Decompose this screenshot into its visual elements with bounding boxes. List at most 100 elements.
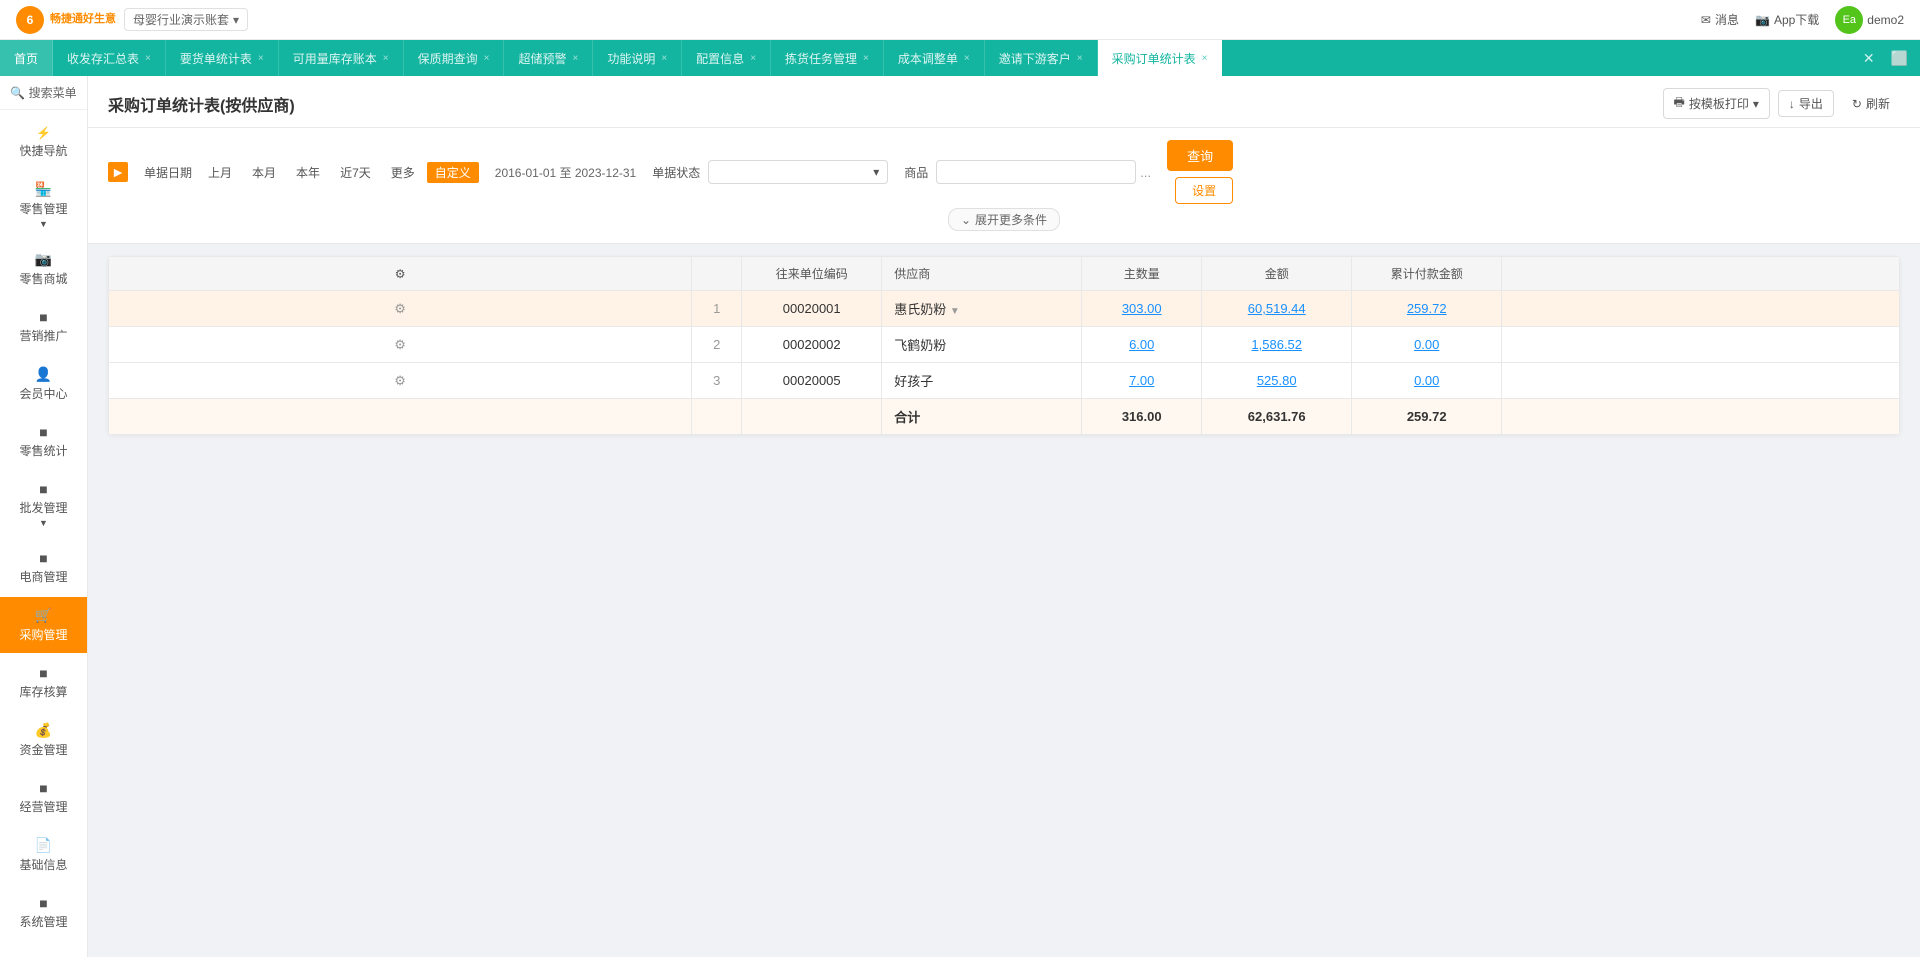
sidebar-item-finance-management[interactable]: 💰 资金管理 xyxy=(4,712,83,768)
sidebar-item-enterprise-collab[interactable]: ■企业协同 xyxy=(4,942,83,957)
query-settings-col: 查询 设置 xyxy=(1167,140,1233,204)
sidebar-item-inventory-check[interactable]: ■库存核算 xyxy=(4,655,83,710)
message-icon: ✉ xyxy=(1701,13,1711,27)
nav-tab-close-function-desc[interactable]: × xyxy=(661,53,667,64)
amount-link-1[interactable]: 1,586.52 xyxy=(1251,337,1302,352)
nav-tab-pick-task[interactable]: 拣货任务管理× xyxy=(771,40,884,76)
nav-maximize-icon[interactable]: ⬜ xyxy=(1887,48,1912,69)
sidebar-item-label-retail-stats: 零售统计 xyxy=(19,442,67,459)
sidebar-item-member-center[interactable]: 👤会员中心 xyxy=(4,356,83,412)
refresh-button[interactable]: ↻ 刷新 xyxy=(1842,91,1900,116)
nav-tab-close-config-info[interactable]: × xyxy=(750,53,756,64)
template-print-label: 按模板打印 xyxy=(1689,95,1749,112)
row-supplier-2: 好孩子 xyxy=(882,363,1082,399)
nav-tab-close-overstock-alert[interactable]: × xyxy=(572,53,578,64)
sidebar-item-label-purchase-management: 采购管理 xyxy=(19,626,67,643)
settings-button[interactable]: 设置 xyxy=(1175,177,1233,204)
sidebar-item-retail-mall[interactable]: 📷零售商城 xyxy=(4,241,83,297)
sidebar-item-operations-management[interactable]: ■经营管理 xyxy=(4,770,83,825)
qty-link-0[interactable]: 303.00 xyxy=(1122,301,1162,316)
row-settings-2[interactable]: ⚙ xyxy=(109,363,692,399)
user-avatar: Ea xyxy=(1835,6,1863,34)
template-print-button[interactable]: 🖶 按模板打印 ▾ xyxy=(1663,88,1770,119)
nav-tab-home[interactable]: 首页 xyxy=(0,40,53,76)
amount-link-0[interactable]: 60,519.44 xyxy=(1248,301,1306,316)
sidebar-item-icon-retail-mall: 📷 xyxy=(35,251,52,268)
row-supplier-0: 惠氏奶粉 ▼ xyxy=(882,291,1082,327)
last-month-shortcut[interactable]: 上月 xyxy=(200,162,240,183)
nav-tab-close-invite-downstream[interactable]: × xyxy=(1077,53,1083,64)
export-button[interactable]: ↓ 导出 xyxy=(1778,90,1834,117)
sidebar: 🔍 搜索菜单 ⚡快捷导航🏪零售管理▼📷零售商城■营销推广👤会员中心 ■ 零售统计 ■ 批… xyxy=(0,76,88,957)
sidebar-search[interactable]: 🔍 搜索菜单 xyxy=(0,76,87,110)
more-shortcut[interactable]: 更多 xyxy=(383,162,423,183)
app-download-action[interactable]: 📷 App下载 xyxy=(1755,11,1819,28)
sidebar-item-label-wholesale-management: 批发管理 xyxy=(19,499,67,516)
last-7-days-shortcut[interactable]: 近7天 xyxy=(332,162,379,183)
user-area[interactable]: Ea demo2 xyxy=(1835,6,1904,34)
nav-tab-available-stock[interactable]: 可用量库存账本× xyxy=(279,40,404,76)
product-input-dots[interactable]: ... xyxy=(1140,165,1151,180)
nav-tab-close-order-summary[interactable]: × xyxy=(258,53,264,64)
query-button[interactable]: 查询 xyxy=(1167,140,1233,171)
qty-link-1[interactable]: 6.00 xyxy=(1129,337,1154,352)
workspace-selector[interactable]: 母婴行业演示账套 ▾ xyxy=(124,8,248,31)
sidebar-item-icon-retail-stats: ■ xyxy=(39,424,47,440)
filter-toggle-button[interactable]: ► xyxy=(108,162,128,182)
product-input[interactable] xyxy=(936,160,1136,184)
this-year-shortcut[interactable]: 本年 xyxy=(288,162,328,183)
row-code-2: 00020005 xyxy=(742,363,882,399)
sidebar-search-label: 搜索菜单 xyxy=(29,86,77,100)
nav-tab-close-receive-summary[interactable]: × xyxy=(145,53,151,64)
sidebar-item-label-finance-management: 资金管理 xyxy=(19,741,67,758)
app-download-label: App下载 xyxy=(1774,11,1819,28)
expand-more-button[interactable]: ⌄ 展开更多条件 xyxy=(948,208,1060,231)
sidebar-item-system-management[interactable]: ■系统管理 xyxy=(4,885,83,940)
custom-date-badge[interactable]: 自定义 xyxy=(427,162,479,183)
table-header-settings[interactable]: ⚙ xyxy=(109,257,692,291)
export-label: 导出 xyxy=(1799,95,1823,112)
status-select[interactable]: ▾ xyxy=(708,160,888,184)
nav-tab-function-desc[interactable]: 功能说明× xyxy=(593,40,682,76)
this-month-shortcut[interactable]: 本月 xyxy=(244,162,284,183)
sidebar-item-purchase-management[interactable]: 🛒采购管理 xyxy=(0,597,87,653)
quick-nav-label: 快捷导航 xyxy=(19,142,67,159)
sidebar-item-wholesale-management[interactable]: ■ 批发管理 ▼ xyxy=(4,471,83,538)
nav-tab-order-summary[interactable]: 要货单统计表× xyxy=(166,40,279,76)
nav-tab-overstock-alert[interactable]: 超储预警× xyxy=(504,40,593,76)
nav-tab-expiry-query[interactable]: 保质期查询× xyxy=(404,40,505,76)
paid-link-0[interactable]: 259.72 xyxy=(1407,301,1447,316)
nav-tab-config-info[interactable]: 配置信息× xyxy=(682,40,771,76)
nav-close-icon[interactable]: ✕ xyxy=(1859,48,1879,69)
sidebar-item-retail-stats[interactable]: ■ 零售统计 xyxy=(4,414,83,469)
nav-tab-invite-downstream[interactable]: 邀请下游客户× xyxy=(985,40,1098,76)
sidebar-item-retail-management[interactable]: 🏪零售管理▼ xyxy=(4,171,83,239)
footer-settings-cell xyxy=(109,399,692,435)
amount-link-2[interactable]: 525.80 xyxy=(1257,373,1297,388)
nav-tab-close-available-stock[interactable]: × xyxy=(383,53,389,64)
nav-tab-receive-summary[interactable]: 收发存汇总表× xyxy=(53,40,166,76)
paid-link-1[interactable]: 0.00 xyxy=(1414,337,1439,352)
sidebar-item-marketing-promo[interactable]: ■营销推广 xyxy=(4,299,83,354)
date-range-text: 2016-01-01 至 2023-12-31 xyxy=(495,164,636,181)
nav-tab-close-pick-task[interactable]: × xyxy=(863,53,869,64)
sidebar-item-ecommerce-management[interactable]: ■电商管理 xyxy=(4,540,83,595)
message-action[interactable]: ✉ 消息 xyxy=(1701,11,1739,28)
sidebar-item-basic-info[interactable]: 📄基础信息 xyxy=(4,827,83,883)
sidebar-item-quick-nav[interactable]: ⚡快捷导航 xyxy=(4,116,83,169)
print-chevron-icon: ▾ xyxy=(1753,97,1759,111)
sidebar-item-arrow-wholesale-management: ▼ xyxy=(39,518,48,528)
expand-more-icon: ⌄ xyxy=(961,213,971,227)
nav-tab-close-expiry-query[interactable]: × xyxy=(484,53,490,64)
nav-tab-close-cost-adjust[interactable]: × xyxy=(964,53,970,64)
row-settings-1[interactable]: ⚙ xyxy=(109,327,692,363)
nav-tab-cost-adjust[interactable]: 成本调整单× xyxy=(884,40,985,76)
qty-link-2[interactable]: 7.00 xyxy=(1129,373,1154,388)
sidebar-item-icon-system-management: ■ xyxy=(39,895,47,911)
sidebar-item-icon-wholesale-management: ■ xyxy=(39,481,47,497)
nav-tab-purchase-order-summary[interactable]: 采购订单统计表× xyxy=(1098,40,1223,76)
sidebar-item-icon-finance-management: 💰 xyxy=(35,722,52,739)
paid-link-2[interactable]: 0.00 xyxy=(1414,373,1439,388)
nav-tab-close-purchase-order-summary[interactable]: × xyxy=(1202,53,1208,64)
row-settings-0[interactable]: ⚙ xyxy=(109,291,692,327)
